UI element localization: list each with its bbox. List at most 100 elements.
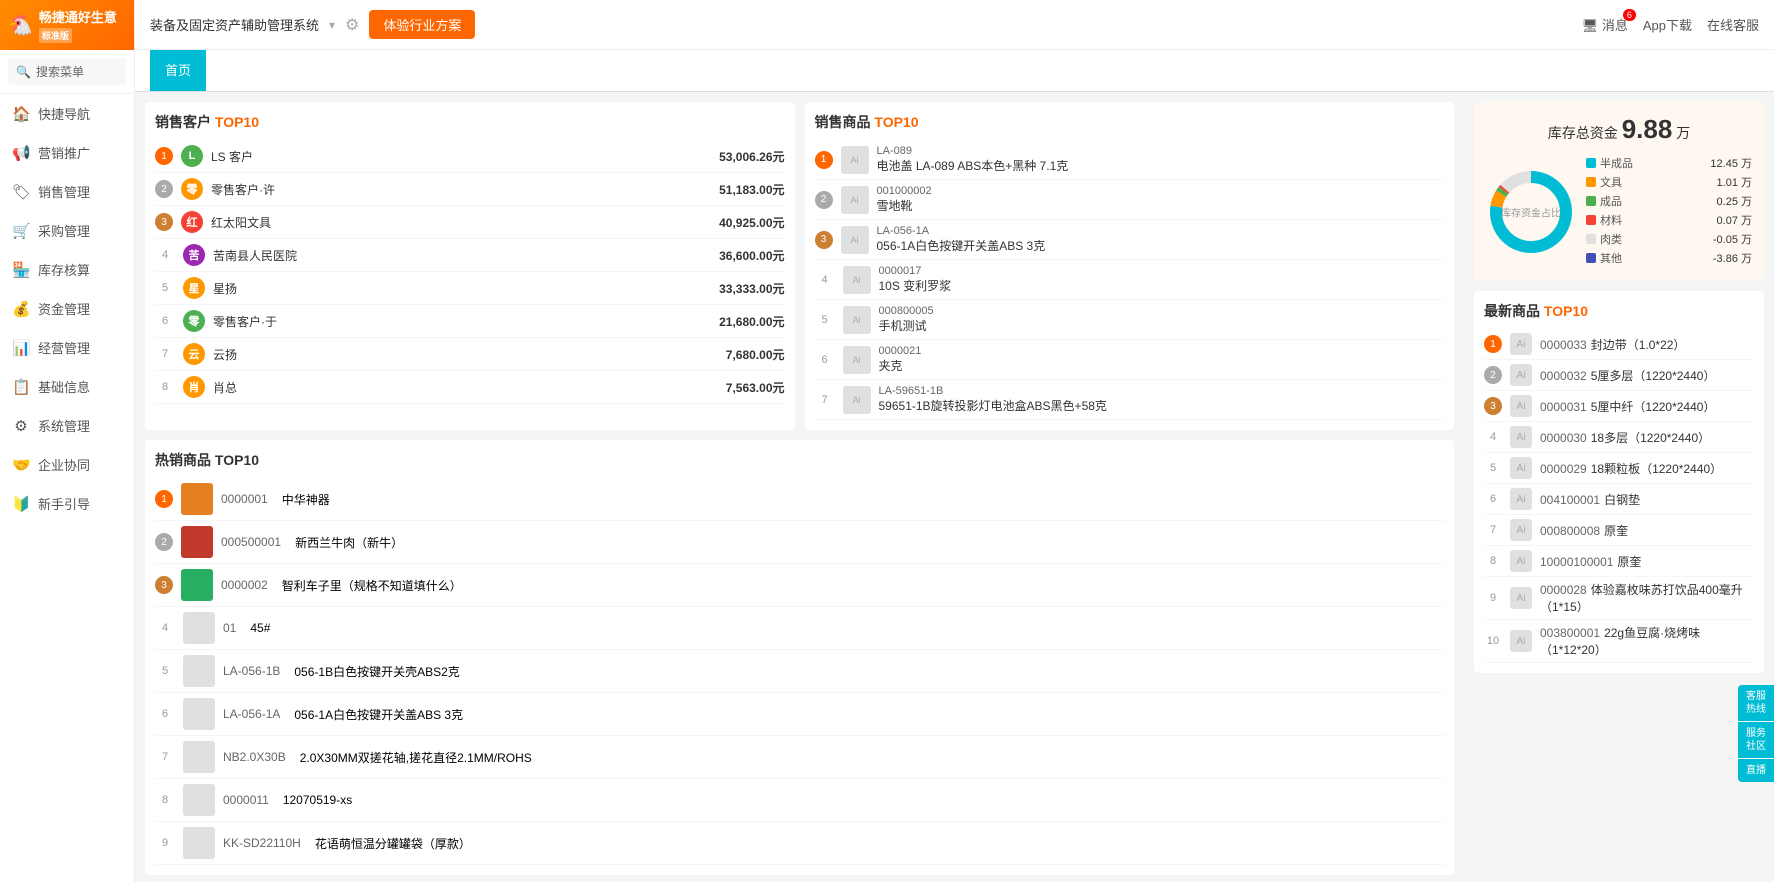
sidebar-item-purchase[interactable]: 🛒 采购管理 xyxy=(0,211,134,250)
sidebar-item-collab[interactable]: 🤝 企业协同 xyxy=(0,445,134,484)
search-menu-button[interactable]: 🔍 搜索菜单 xyxy=(8,58,126,85)
sidebar-item-operations[interactable]: 📊 经营管理 xyxy=(0,328,134,367)
page-content: 首页 销售客户 TOP10 1 L xyxy=(135,50,1774,882)
trial-button[interactable]: 体验行业方案 xyxy=(369,10,475,39)
product-image xyxy=(181,569,213,601)
product-name: 12070519-xs xyxy=(283,793,352,807)
sidebar-item-system[interactable]: ⚙ 系统管理 xyxy=(0,406,134,445)
customer-amount: 53,006.26元 xyxy=(719,148,784,165)
rank-number: 6 xyxy=(155,315,175,327)
list-item: 3 Ai 00000315厘中纤（1220*2440） xyxy=(1484,391,1754,422)
product-image: Ai xyxy=(1510,550,1532,572)
online-service-link[interactable]: 在线客服 xyxy=(1707,15,1759,34)
product-code: 000800008 xyxy=(1540,524,1600,538)
product-code: 0000001 xyxy=(221,492,268,506)
rank-number: 4 xyxy=(1484,431,1502,443)
product-image: Ai xyxy=(1510,333,1532,355)
table-row: 6 零 零售客户·于 21,680.00元 xyxy=(155,305,785,338)
sidebar-item-inventory[interactable]: 🏪 库存核算 xyxy=(0,250,134,289)
product-code: 0000029 xyxy=(1540,462,1587,476)
inventory-icon: 🏪 xyxy=(12,261,30,279)
customers-rank-list: 1 L LS 客户 53,006.26元 2 零 零售客户·许 51,183.0… xyxy=(155,140,785,404)
table-row: 3 Ai LA-056-1A 056-1A白色按键开关盖ABS 3克 xyxy=(815,220,1445,260)
inventory-chart-area: 库存资金占比 半成品 12.45 万 文具 xyxy=(1486,155,1752,269)
rank-number: 4 xyxy=(815,274,835,286)
app-name: 畅捷通好生意 xyxy=(39,7,117,26)
sidebar-item-basic-info[interactable]: 📋 基础信息 xyxy=(0,367,134,406)
rank-number: 5 xyxy=(1484,462,1502,474)
main-area: 装备及固定资产辅助管理系统 ▾ ⚙ 体验行业方案 🖥 消息 6 App下载 在线… xyxy=(135,0,1774,882)
list-item: 10 Ai 00380000122g鱼豆腐·烧烤味（1*12*20） xyxy=(1484,620,1754,663)
sidebar-item-marketing[interactable]: 📢 营销推广 xyxy=(0,133,134,172)
logo-text-block: 畅捷通好生意 标准版 xyxy=(39,7,117,43)
tab-home[interactable]: 首页 xyxy=(150,50,206,91)
avatar: 红 xyxy=(181,211,203,233)
float-btn-live[interactable]: 直播 xyxy=(1738,759,1774,782)
list-item: 5 LA-056-1B 056-1B白色按键开关壳ABS2克 xyxy=(155,650,1444,693)
system-icon: ⚙ xyxy=(12,417,30,435)
rank-number: 6 xyxy=(1484,493,1502,505)
product-code: 01 xyxy=(223,621,236,635)
rank-number: 3 xyxy=(815,231,833,249)
list-item: 2 Ai 00000325厘多层（1220*2440） xyxy=(1484,360,1754,391)
product-name: 手机测试 xyxy=(879,317,1445,334)
table-row: 5 星 星扬 33,333.00元 xyxy=(155,272,785,305)
customer-name: 零售客户·许 xyxy=(211,181,711,198)
sidebar-item-label: 基础信息 xyxy=(38,377,90,396)
product-name: 原奎 xyxy=(1617,555,1641,569)
rank-number: 3 xyxy=(1484,397,1502,415)
sidebar-item-home[interactable]: 🏠 快捷导航 xyxy=(0,94,134,133)
product-code: 0000002 xyxy=(221,578,268,592)
inventory-donut-chart: 库存资金占比 xyxy=(1486,167,1576,257)
float-btn-community[interactable]: 服务社区 xyxy=(1738,722,1774,758)
product-code: 0000030 xyxy=(1540,431,1587,445)
inventory-legend: 半成品 12.45 万 文具 1.01 万 成品 0 xyxy=(1586,155,1752,269)
hot-products-title: 热销商品 TOP10 xyxy=(155,450,1444,470)
avatar: 星 xyxy=(183,277,205,299)
legend-value: 0.25 万 xyxy=(1717,193,1752,209)
product-name: 原奎 xyxy=(1604,524,1628,538)
legend-item: 文具 1.01 万 xyxy=(1586,174,1752,190)
rank-number: 10 xyxy=(1484,635,1502,647)
product-name: 59651-1B旋转投影灯电池盒ABS黑色+58克 xyxy=(879,397,1445,414)
avatar: 零 xyxy=(181,178,203,200)
sidebar-item-finance[interactable]: 💰 资金管理 xyxy=(0,289,134,328)
product-image xyxy=(183,612,215,644)
float-btn-service[interactable]: 客服热线 xyxy=(1738,685,1774,721)
col-right: 库存总资金 9.88 万 xyxy=(1464,92,1774,882)
app-download-link[interactable]: App下载 xyxy=(1643,15,1692,34)
guide-icon: 🔰 xyxy=(12,495,30,513)
product-info: 004100001白钢垫 xyxy=(1540,491,1754,508)
product-info: 00000315厘中纤（1220*2440） xyxy=(1540,398,1754,415)
customer-name: 红太阳文具 xyxy=(211,214,711,231)
product-image: Ai xyxy=(1510,519,1532,541)
customer-name: 云扬 xyxy=(213,346,718,363)
legend-name: 文具 xyxy=(1600,174,1717,190)
product-info: LA-056-1A 056-1A白色按键开关盖ABS 3克 xyxy=(877,225,1445,254)
sidebar-search-area[interactable]: 🔍 搜索菜单 xyxy=(0,50,134,94)
product-image: Ai xyxy=(841,226,869,254)
product-code: LA-056-1A xyxy=(877,225,1445,237)
product-image: Ai xyxy=(843,386,871,414)
marketing-icon: 📢 xyxy=(12,144,30,162)
sidebar-item-sales[interactable]: 🏷 销售管理 xyxy=(0,172,134,211)
list-item: 9 KK-SD22110H 花语萌恒温分罐罐袋（厚款） xyxy=(155,822,1444,865)
product-image: Ai xyxy=(1510,488,1532,510)
message-badge[interactable]: 🖥 消息 6 xyxy=(1582,15,1628,34)
rank-number: 6 xyxy=(815,354,835,366)
sidebar-item-guide[interactable]: 🔰 新手引导 xyxy=(0,484,134,523)
top-products-top-label: TOP10 xyxy=(874,114,918,130)
table-row: 7 云 云扬 7,680.00元 xyxy=(155,338,785,371)
purchase-icon: 🛒 xyxy=(12,222,30,240)
product-name: 雪地靴 xyxy=(877,197,1445,214)
settings-icon[interactable]: ⚙ xyxy=(345,15,359,35)
list-item: 7 Ai 000800008原奎 xyxy=(1484,515,1754,546)
table-row: 5 Ai 000800005 手机测试 xyxy=(815,300,1445,340)
customer-name: 苦南县人民医院 xyxy=(213,247,711,264)
product-info: 00000325厘多层（1220*2440） xyxy=(1540,367,1754,384)
dropdown-arrow-icon[interactable]: ▾ xyxy=(329,18,335,32)
table-row: 4 苦 苦南县人民医院 36,600.00元 xyxy=(155,239,785,272)
product-image xyxy=(183,827,215,859)
list-item: 1 Ai 0000033封边带（1.0*22） xyxy=(1484,329,1754,360)
product-name: 电池盖 LA-089 ABS本色+黑种 7.1克 xyxy=(877,157,1445,174)
